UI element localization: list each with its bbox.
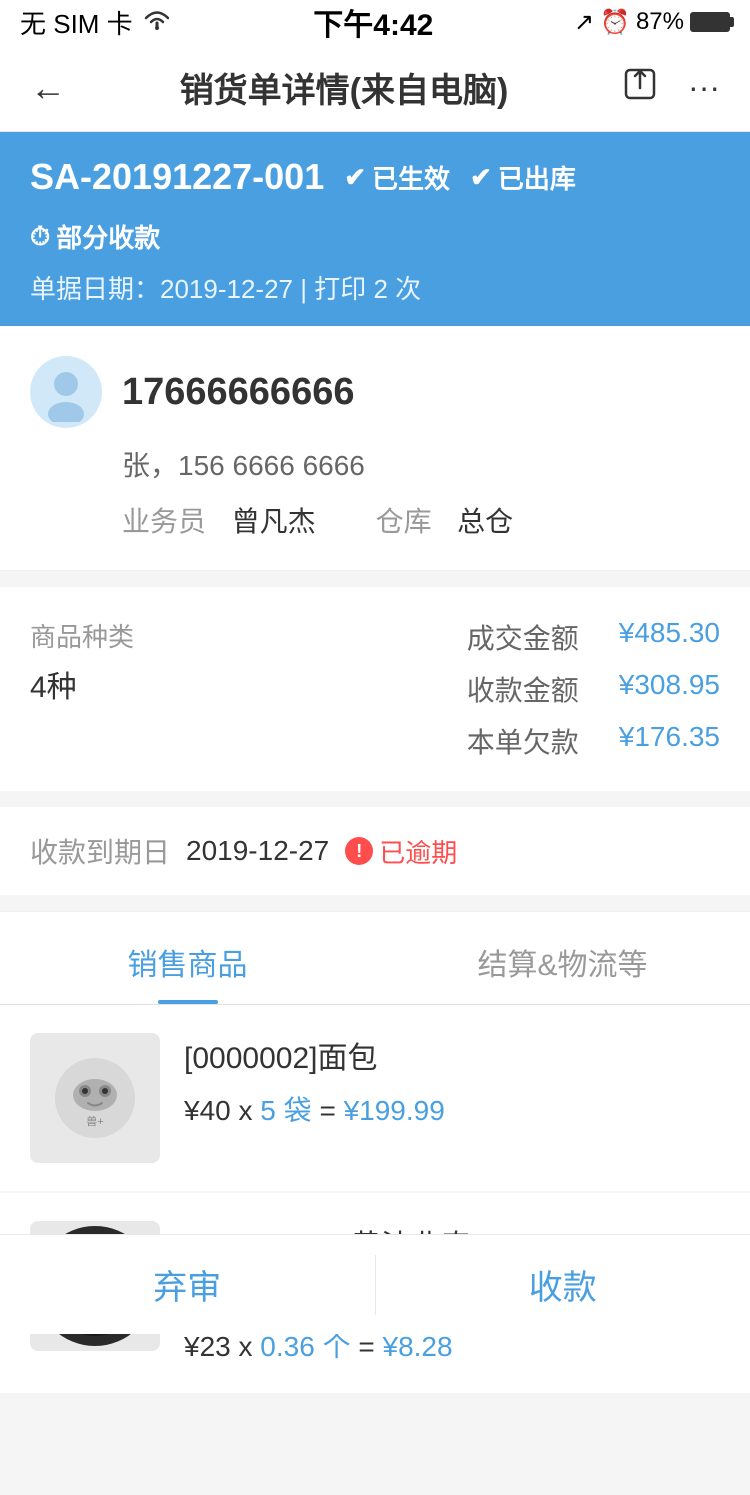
check-icon-1: ✔ <box>344 162 366 193</box>
location-icon: ↗ <box>574 8 594 37</box>
received-value: ¥308.95 <box>619 669 720 709</box>
share-icon[interactable] <box>622 66 658 110</box>
owed-row: 本单欠款 ¥176.35 <box>467 721 720 761</box>
deal-amount-row: 成交金额 ¥485.30 <box>467 617 720 657</box>
tab-settlement[interactable]: 结算&物流等 <box>375 912 750 1004</box>
bread-placeholder: 兽+ <box>30 1033 160 1163</box>
warehouse-value: 总仓 <box>457 506 513 537</box>
product-list: 兽+ [0000002]面包 ¥40 x 5 袋 = ¥199.99 <box>0 1005 750 1393</box>
deal-amount-value: ¥485.30 <box>619 617 720 657</box>
due-label: 收款到期日 <box>30 831 170 871</box>
battery-icon <box>690 12 730 32</box>
more-icon[interactable]: ··· <box>688 69 720 106</box>
customer-section: 17666666666 张，156 6666 6666 业务员 曾凡杰 仓库 总… <box>0 326 750 571</box>
battery-percent: 87% <box>636 8 684 36</box>
order-id-row: SA-20191227-001 ✔ 已生效 ✔ 已出库 ⏱ 部分收款 <box>30 156 720 255</box>
due-section: 收款到期日 2019-12-27 ! 已逾期 <box>0 791 750 895</box>
category-label: 商品种类 <box>30 617 134 654</box>
overdue-icon: ! <box>345 837 373 865</box>
carrier-text: 无 SIM 卡 <box>20 4 133 41</box>
received-label: 收款金额 <box>467 669 579 709</box>
category-count: 4种 <box>30 662 134 706</box>
list-item: 兽+ [0000002]面包 ¥40 x 5 袋 = ¥199.99 <box>0 1005 750 1191</box>
page-title: 销货单详情(来自电脑) <box>180 63 509 112</box>
due-date-value: 2019-12-27 <box>186 835 329 867</box>
warehouse-label: 仓库 总仓 <box>376 500 514 540</box>
product-info-1: [0000002]面包 ¥40 x 5 袋 = ¥199.99 <box>184 1033 720 1129</box>
avatar <box>30 356 102 428</box>
svg-text:兽+: 兽+ <box>86 1114 103 1128</box>
customer-meta: 业务员 曾凡杰 仓库 总仓 <box>30 500 720 540</box>
cancel-button[interactable]: 弃审 <box>0 1240 375 1329</box>
product-total-1: ¥199.99 <box>344 1095 445 1126</box>
salesperson-value: 曾凡杰 <box>232 506 316 537</box>
received-row: 收款金额 ¥308.95 <box>467 669 720 709</box>
status-time: 下午4:42 <box>313 0 433 44</box>
product-price-1: ¥40 x 5 袋 = ¥199.99 <box>184 1089 720 1129</box>
wifi-icon <box>141 7 173 38</box>
nav-actions: ··· <box>622 66 720 110</box>
summary-section: 商品种类 4种 成交金额 ¥485.30 收款金额 ¥308.95 本单欠款 ¥… <box>0 571 750 791</box>
status-partial: ⏱ 部分收款 <box>30 218 160 255</box>
confirm-button[interactable]: 收款 <box>376 1240 750 1329</box>
summary-right: 成交金额 ¥485.30 收款金额 ¥308.95 本单欠款 ¥176.35 <box>467 617 720 761</box>
product-total-2: ¥8.28 <box>383 1331 453 1362</box>
owed-label: 本单欠款 <box>467 721 579 761</box>
customer-name-row: 17666666666 <box>30 356 720 428</box>
bottom-bar: 弃审 收款 <box>0 1234 750 1334</box>
check-icon-2: ✔ <box>470 162 492 193</box>
tab-sales-products[interactable]: 销售商品 <box>0 912 375 1004</box>
header-banner: SA-20191227-001 ✔ 已生效 ✔ 已出库 ⏱ 部分收款 单据日期：… <box>0 132 750 326</box>
summary-left: 商品种类 4种 <box>30 617 134 706</box>
salesperson-label: 业务员 曾凡杰 <box>122 500 316 540</box>
owed-value: ¥176.35 <box>619 721 720 761</box>
product-thumbnail-1: 兽+ <box>30 1033 160 1163</box>
alarm-icon: ⏰ <box>600 8 630 37</box>
product-qty-2: 0.36 <box>260 1331 315 1362</box>
status-effective: ✔ 已生效 <box>344 159 450 196</box>
clock-icon: ⏱ <box>30 221 50 253</box>
order-date-row: 单据日期：2019-12-27 | 打印 2 次 <box>30 269 720 306</box>
customer-phone: 张，156 6666 6666 <box>30 444 720 484</box>
back-button[interactable]: ← <box>30 67 66 109</box>
status-bar: 无 SIM 卡 下午4:42 ↗ ⏰ 87% <box>0 0 750 44</box>
overdue-text: 已逾期 <box>379 833 457 870</box>
product-qty-1: 5 <box>260 1095 276 1126</box>
status-right: ↗ ⏰ 87% <box>574 8 730 37</box>
tabs-container: 销售商品 结算&物流等 <box>0 911 750 1005</box>
nav-bar: ← 销货单详情(来自电脑) ··· <box>0 44 750 132</box>
overdue-badge: ! 已逾期 <box>345 833 457 870</box>
deal-amount-label: 成交金额 <box>467 617 579 657</box>
customer-id: 17666666666 <box>122 371 354 414</box>
product-name-1: [0000002]面包 <box>184 1033 720 1077</box>
order-id: SA-20191227-001 <box>30 156 324 198</box>
status-left: 无 SIM 卡 <box>20 4 173 41</box>
status-shipped: ✔ 已出库 <box>470 159 576 196</box>
